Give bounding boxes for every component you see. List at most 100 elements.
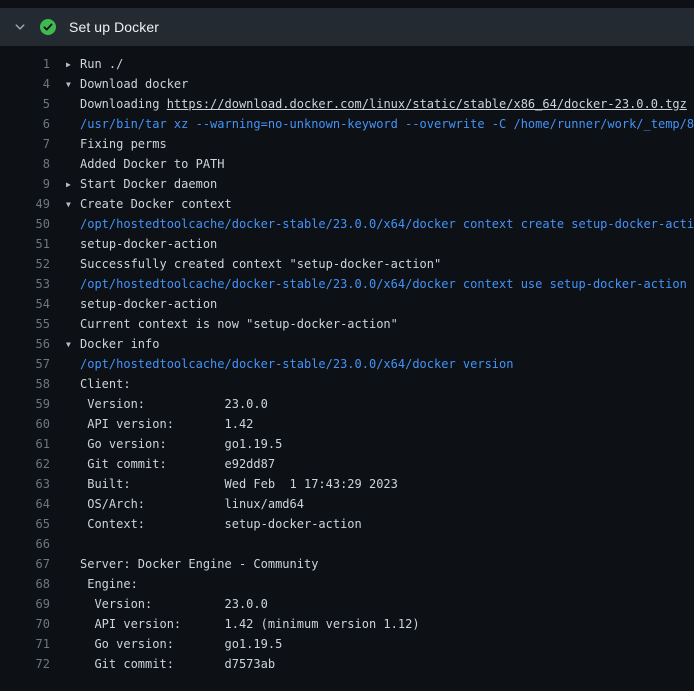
line-number[interactable]: 8	[0, 154, 50, 174]
log-line: 64 OS/Arch: linux/amd64	[0, 494, 694, 514]
step-header[interactable]: Set up Docker	[0, 8, 694, 46]
log-text: Git commit: d7573ab	[66, 654, 275, 674]
log-line: 65 Context: setup-docker-action	[0, 514, 694, 534]
line-number[interactable]: 55	[0, 314, 50, 334]
line-number[interactable]: 7	[0, 134, 50, 154]
log-area: 1▶Run ./4▼Download docker5Downloading ht…	[0, 46, 694, 674]
log-text: Built: Wed Feb 1 17:43:29 2023	[66, 474, 398, 494]
line-number[interactable]: 60	[0, 414, 50, 434]
line-number[interactable]: 67	[0, 554, 50, 574]
command-text: /usr/bin/tar xz --warning=no-unknown-key…	[66, 114, 694, 134]
line-number[interactable]: 58	[0, 374, 50, 394]
log-line: 5 Downloading https://download.docker.com…	[0, 94, 694, 114]
group-title: Run ./	[80, 57, 123, 71]
line-number[interactable]: 57	[0, 354, 50, 374]
line-number[interactable]: 71	[0, 634, 50, 654]
line-number[interactable]: 51	[0, 234, 50, 254]
group-title: Docker info	[80, 337, 159, 351]
log-text: API version: 1.42 (minimum version 1.12)	[66, 614, 420, 634]
log-line: 6/usr/bin/tar xz --warning=no-unknown-ke…	[0, 114, 694, 134]
line-number[interactable]: 70	[0, 614, 50, 634]
log-line: 59 Version: 23.0.0	[0, 394, 694, 414]
log-text: Version: 23.0.0	[66, 594, 268, 614]
log-line: 50/opt/hostedtoolcache/docker-stable/23.…	[0, 214, 694, 234]
triangle-down-icon[interactable]: ▼	[66, 335, 80, 354]
log-group-row[interactable]: 49 ▼Create Docker context	[0, 194, 694, 214]
line-number[interactable]: 50	[0, 214, 50, 234]
log-text: setup-docker-action	[66, 294, 217, 314]
line-number[interactable]: 66	[0, 534, 50, 554]
log-line: 52 Successfully created context "setup-do…	[0, 254, 694, 274]
check-circle-icon	[40, 19, 56, 35]
log-line: 62 Git commit: e92dd87	[0, 454, 694, 474]
command-text: /opt/hostedtoolcache/docker-stable/23.0.…	[66, 274, 687, 294]
log-text: Current context is now "setup-docker-act…	[66, 314, 398, 334]
log-text	[66, 534, 80, 554]
line-number[interactable]: 63	[0, 474, 50, 494]
log-line: 55 Current context is now "setup-docker-a…	[0, 314, 694, 334]
line-number[interactable]: 6	[0, 114, 50, 134]
log-text: Go version: go1.19.5	[66, 634, 282, 654]
group-title: Start Docker daemon	[80, 177, 217, 191]
line-number[interactable]: 49	[0, 194, 50, 214]
log-group-row[interactable]: 56 ▼Docker info	[0, 334, 694, 354]
line-number[interactable]: 61	[0, 434, 50, 454]
group-title: Download docker	[80, 77, 188, 91]
group-title: Create Docker context	[80, 197, 232, 211]
log-line: 68 Engine:	[0, 574, 694, 594]
line-number[interactable]: 68	[0, 574, 50, 594]
log-line: 67 Server: Docker Engine - Community	[0, 554, 694, 574]
log-line: 66	[0, 534, 694, 554]
triangle-right-icon[interactable]: ▶	[66, 175, 80, 194]
log-line: 54 setup-docker-action	[0, 294, 694, 314]
log-line: 7 Fixing perms	[0, 134, 694, 154]
line-number[interactable]: 62	[0, 454, 50, 474]
log-line: 58Client:	[0, 374, 694, 394]
log-text: Version: 23.0.0	[66, 394, 268, 414]
line-number[interactable]: 4	[0, 74, 50, 94]
log-text: Fixing perms	[66, 134, 167, 154]
log-line: 61 Go version: go1.19.5	[0, 434, 694, 454]
line-number[interactable]: 52	[0, 254, 50, 274]
log-line: 63 Built: Wed Feb 1 17:43:29 2023	[0, 474, 694, 494]
line-number[interactable]: 69	[0, 594, 50, 614]
log-group-row[interactable]: 4 ▼Download docker	[0, 74, 694, 94]
command-text: /opt/hostedtoolcache/docker-stable/23.0.…	[66, 354, 513, 374]
log-line: 69 Version: 23.0.0	[0, 594, 694, 614]
log-line: 53/opt/hostedtoolcache/docker-stable/23.…	[0, 274, 694, 294]
command-text: /opt/hostedtoolcache/docker-stable/23.0.…	[66, 214, 694, 234]
line-number[interactable]: 64	[0, 494, 50, 514]
actions-log-panel: Set up Docker 1▶Run ./4▼Download docker5…	[0, 8, 694, 674]
log-line: 57/opt/hostedtoolcache/docker-stable/23.…	[0, 354, 694, 374]
triangle-down-icon[interactable]: ▼	[66, 75, 80, 94]
triangle-right-icon[interactable]: ▶	[66, 55, 80, 74]
log-text: Engine:	[66, 574, 138, 594]
log-text: Downloading	[80, 97, 167, 111]
log-group-row[interactable]: 9 ▶Start Docker daemon	[0, 174, 694, 194]
download-url-link[interactable]: https://download.docker.com/linux/static…	[167, 97, 687, 111]
line-number[interactable]: 9	[0, 174, 50, 194]
log-line: 71 Go version: go1.19.5	[0, 634, 694, 654]
line-number[interactable]: 54	[0, 294, 50, 314]
line-number[interactable]: 53	[0, 274, 50, 294]
chevron-down-icon[interactable]	[14, 21, 26, 33]
log-line: 72 Git commit: d7573ab	[0, 654, 694, 674]
line-number[interactable]: 59	[0, 394, 50, 414]
log-text: Successfully created context "setup-dock…	[66, 254, 441, 274]
log-line: 70 API version: 1.42 (minimum version 1.…	[0, 614, 694, 634]
log-line: 51setup-docker-action	[0, 234, 694, 254]
line-number[interactable]: 1	[0, 54, 50, 74]
log-text: Server: Docker Engine - Community	[66, 554, 318, 574]
log-line: 60 API version: 1.42	[0, 414, 694, 434]
line-number[interactable]: 65	[0, 514, 50, 534]
log-group-row[interactable]: 1 ▶Run ./	[0, 54, 694, 74]
triangle-down-icon[interactable]: ▼	[66, 195, 80, 214]
log-text: Context: setup-docker-action	[66, 514, 362, 534]
line-number[interactable]: 5	[0, 94, 50, 114]
line-number[interactable]: 72	[0, 654, 50, 674]
log-line: 8Added Docker to PATH	[0, 154, 694, 174]
line-number[interactable]: 56	[0, 334, 50, 354]
log-text: API version: 1.42	[66, 414, 253, 434]
log-text: Go version: go1.19.5	[66, 434, 282, 454]
log-text: Git commit: e92dd87	[66, 454, 275, 474]
